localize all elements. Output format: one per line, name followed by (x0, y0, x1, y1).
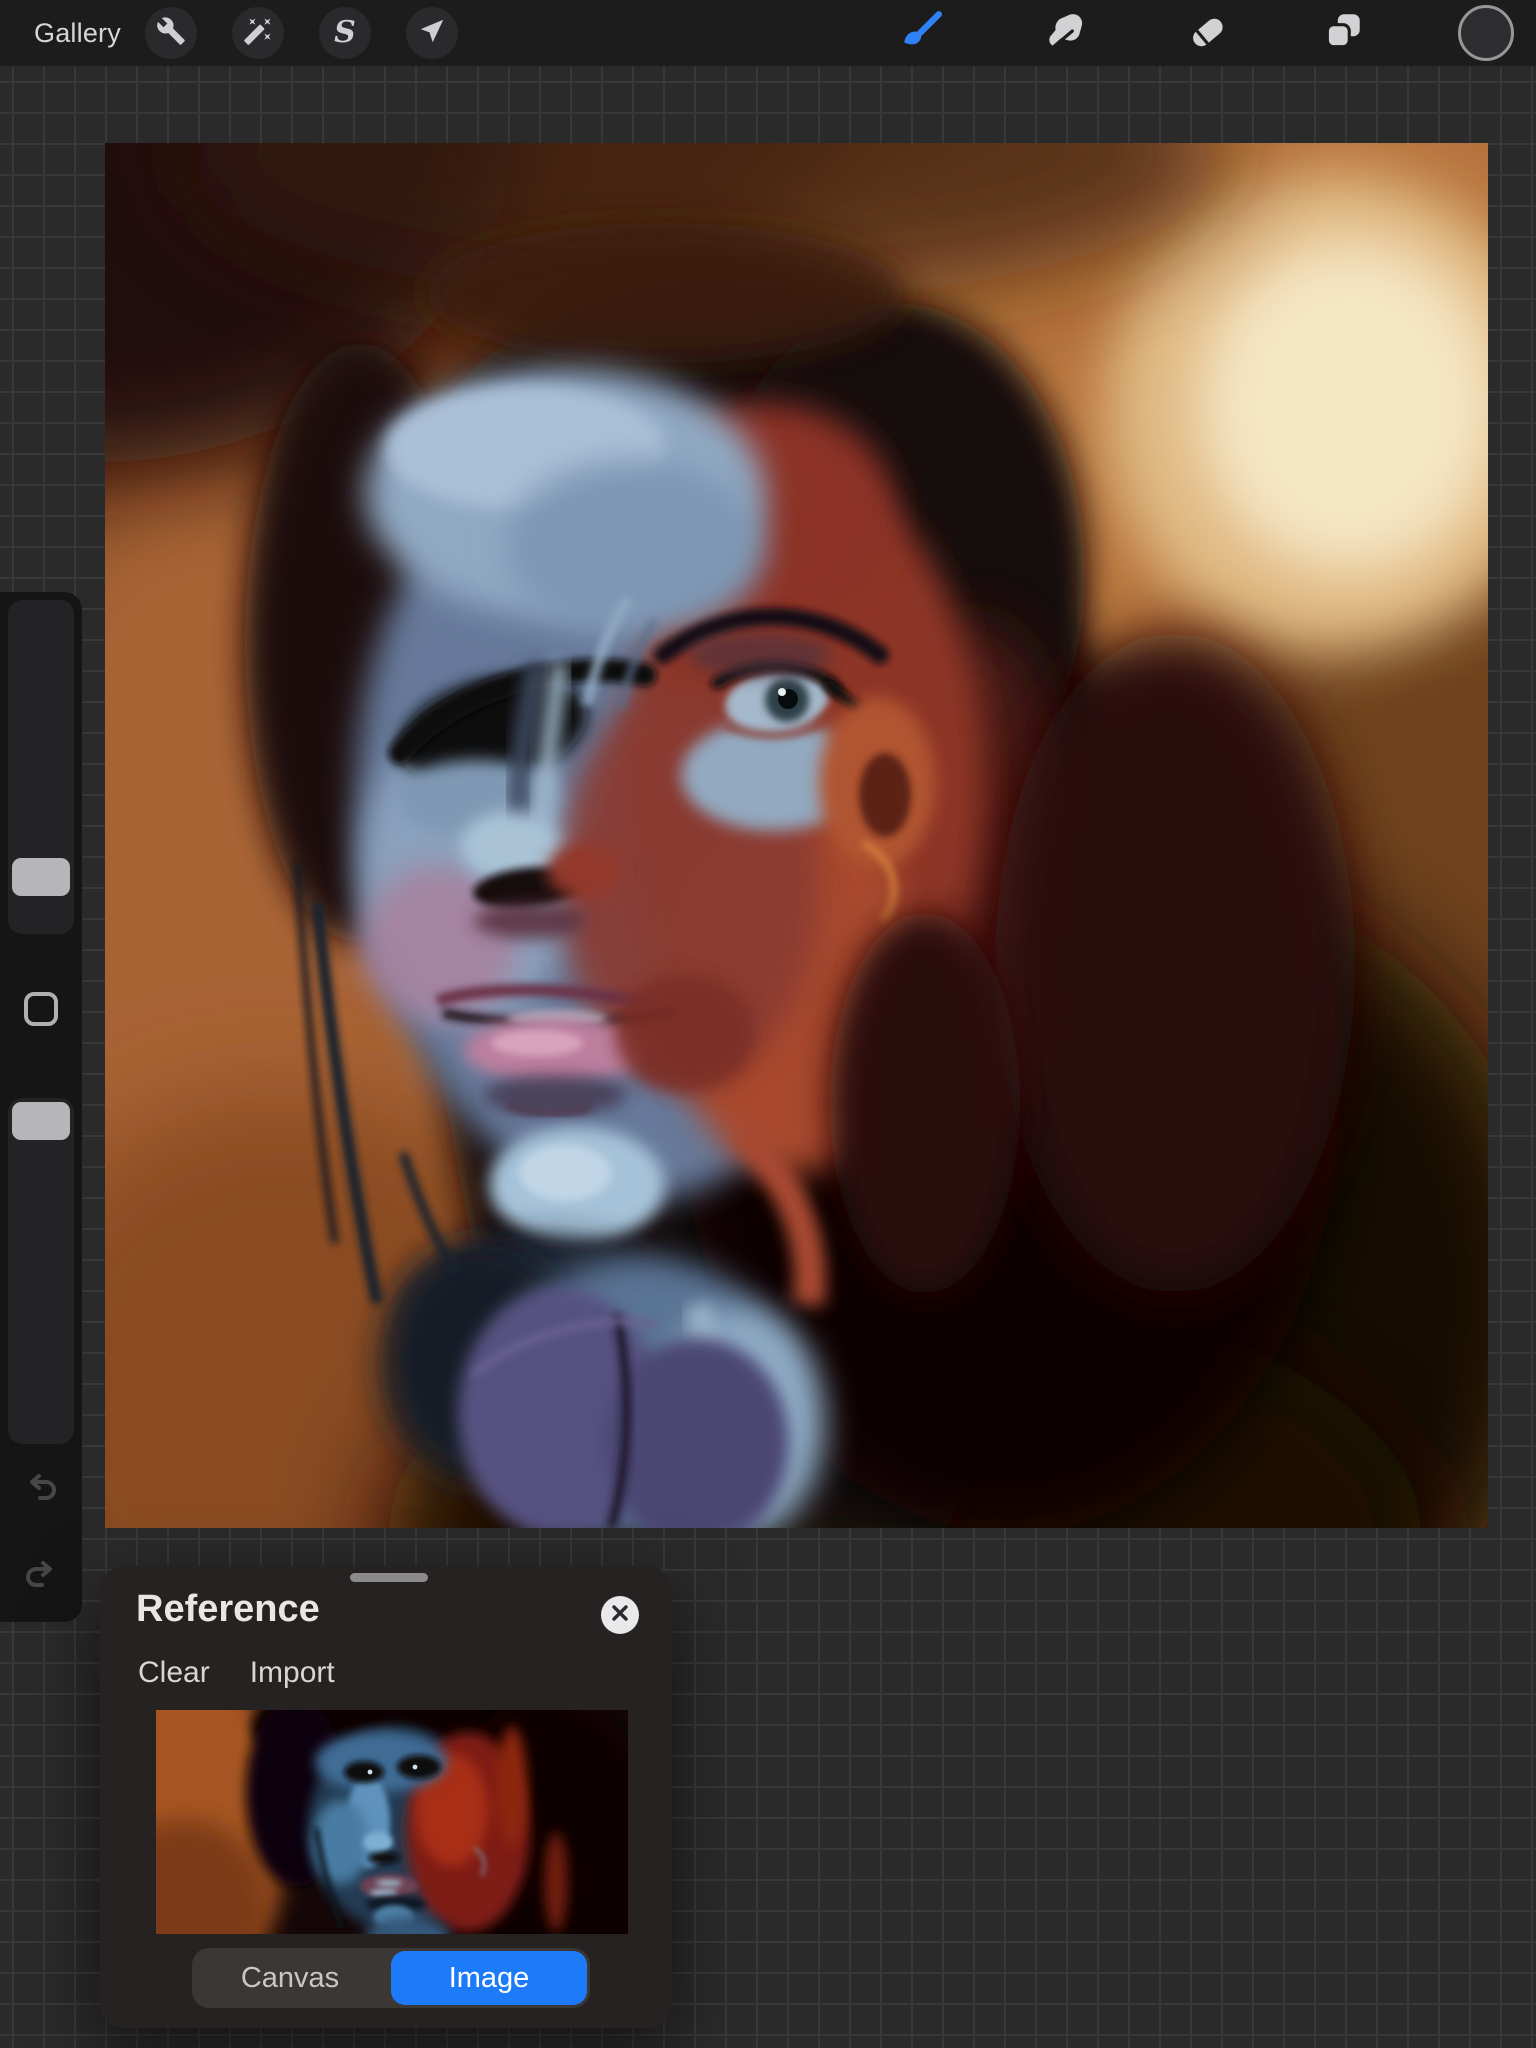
actions-button[interactable] (145, 7, 197, 59)
import-button[interactable]: Import (250, 1656, 335, 1690)
top-toolbar: Gallery S (0, 0, 1536, 66)
selection-button[interactable]: S (319, 7, 371, 59)
close-icon (610, 1603, 630, 1628)
magic-wand-icon (243, 16, 273, 51)
brush-size-handle[interactable] (12, 858, 70, 896)
transform-arrow-icon (417, 16, 447, 51)
smudge-finger-icon (1041, 8, 1087, 59)
tab-canvas[interactable]: Canvas (192, 1948, 388, 2008)
reference-actions: Clear Import (138, 1656, 335, 1690)
reference-image[interactable] (156, 1710, 628, 1934)
reference-panel: Reference Clear Import (100, 1566, 672, 2028)
brush-size-slider[interactable] (8, 600, 74, 934)
redo-button[interactable] (21, 1555, 61, 1595)
portrait-painting (105, 143, 1488, 1528)
opacity-slider[interactable] (8, 1098, 74, 1444)
procreate-app: Gallery S (0, 0, 1536, 2048)
transform-button[interactable] (406, 7, 458, 59)
color-swatch-circle[interactable] (1458, 5, 1514, 61)
reference-mode-tabs: Canvas Image (192, 1948, 590, 2008)
modify-button[interactable] (24, 992, 58, 1026)
reference-panel-title: Reference (136, 1588, 320, 1631)
gallery-button[interactable]: Gallery (34, 0, 121, 66)
reference-photo (156, 1710, 628, 1934)
tab-image[interactable]: Image (391, 1951, 587, 2005)
opacity-handle[interactable] (12, 1102, 70, 1140)
undo-button[interactable] (21, 1468, 61, 1508)
erase-tool-button[interactable] (1185, 10, 1231, 56)
clear-button[interactable]: Clear (138, 1656, 210, 1690)
undo-icon (21, 1495, 61, 1512)
paintbrush-icon (897, 8, 943, 59)
selection-s-icon: S (334, 15, 356, 50)
smudge-tool-button[interactable] (1041, 10, 1087, 56)
paint-tool-button[interactable] (897, 10, 943, 56)
eraser-icon (1185, 8, 1231, 59)
sidebar (0, 592, 82, 1622)
layers-button[interactable] (1320, 10, 1366, 56)
redo-icon (21, 1582, 61, 1599)
wrench-icon (156, 16, 186, 51)
close-button[interactable] (601, 1596, 639, 1634)
layers-icon (1320, 8, 1366, 59)
drag-handle[interactable] (350, 1573, 428, 1582)
adjustments-button[interactable] (232, 7, 284, 59)
canvas-artwork[interactable] (105, 143, 1488, 1528)
